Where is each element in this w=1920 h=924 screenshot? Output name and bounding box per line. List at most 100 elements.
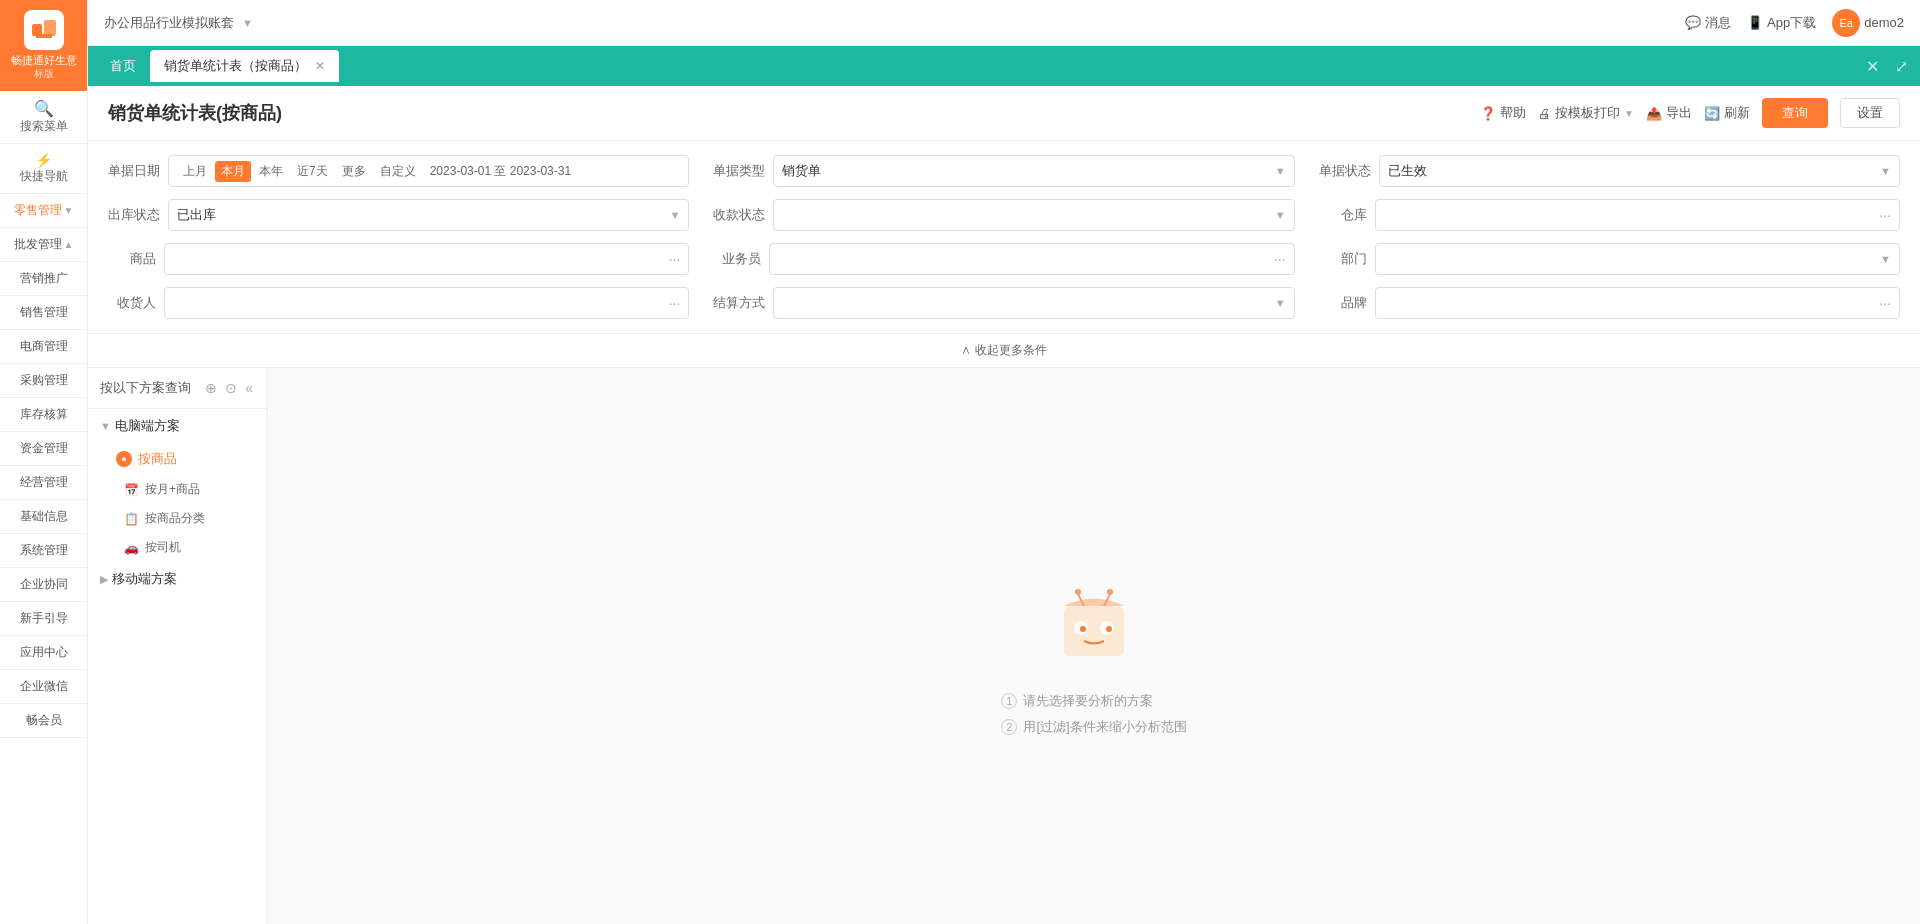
wechat-label: 企业微信 xyxy=(20,678,68,695)
tab-close-window-icon[interactable]: ✕ xyxy=(1862,55,1883,78)
sidebar-item-finance[interactable]: 资金管理 xyxy=(0,432,87,466)
date-label: 单据日期 xyxy=(108,162,168,180)
scheme-collapse-icon[interactable]: « xyxy=(243,378,255,398)
sidebar-item-enterprise[interactable]: 企业协同 xyxy=(0,568,87,602)
sidebar-search[interactable]: 🔍 搜索菜单 xyxy=(0,91,87,144)
sidebar-nav-label[interactable]: ⚡ 快捷导航 xyxy=(0,144,87,194)
scheme-category-icon: 📋 xyxy=(124,512,139,526)
tab-close-icon[interactable]: ✕ xyxy=(315,59,325,73)
svg-point-7 xyxy=(1106,626,1112,632)
refresh-btn[interactable]: 🔄 刷新 xyxy=(1704,104,1750,122)
doc-status-arrow-icon: ▼ xyxy=(1880,165,1891,177)
sidebar-item-retail[interactable]: 零售管理 ▼ xyxy=(0,194,87,228)
salesperson-label: 业务员 xyxy=(713,250,769,268)
avatar: Ea xyxy=(1832,9,1860,37)
industry-dropdown-icon[interactable]: ▼ xyxy=(242,17,253,29)
scheme-group-desktop-header[interactable]: ▼ 电脑端方案 xyxy=(88,409,267,443)
operations-label: 经营管理 xyxy=(20,474,68,491)
receiver-control[interactable]: ··· xyxy=(164,287,689,319)
out-status-control[interactable]: 已出库 ▼ xyxy=(168,199,689,231)
scheme-subitem-driver-label: 按司机 xyxy=(145,539,181,556)
sidebar-item-purchase[interactable]: 采购管理 xyxy=(0,364,87,398)
recv-status-control[interactable]: ▼ xyxy=(773,199,1294,231)
sidebar-item-member[interactable]: 畅会员 xyxy=(0,704,87,738)
message-btn[interactable]: 💬 消息 xyxy=(1685,14,1731,32)
svg-point-11 xyxy=(1107,589,1113,595)
scheme-driver-icon: 🚗 xyxy=(124,541,139,555)
collapse-bar[interactable]: ∧ 收起更多条件 xyxy=(88,334,1920,368)
sidebar-item-inventory[interactable]: 库存核算 xyxy=(0,398,87,432)
date-tab-7days[interactable]: 近7天 xyxy=(291,161,334,182)
sidebar-item-wechat[interactable]: 企业微信 xyxy=(0,670,87,704)
tab-bar: 首页 销货单统计表（按商品） ✕ ✕ ⤢ xyxy=(88,46,1920,86)
scheme-subitem-month-goods[interactable]: 📅 按月+商品 xyxy=(88,475,267,504)
page-header: 销货单统计表(按商品) ❓ 帮助 🖨 按模板打印 ▼ 📤 导出 🔄 刷新 xyxy=(88,86,1920,141)
enterprise-label: 企业协同 xyxy=(20,576,68,593)
settings-button[interactable]: 设置 xyxy=(1840,98,1900,128)
filter-date: 单据日期 上月 本月 本年 近7天 更多 自定义 2023-03-01 至 20… xyxy=(108,155,689,187)
sidebar-item-marketing[interactable]: 营销推广 xyxy=(0,262,87,296)
empty-num-2: 2 xyxy=(1001,719,1017,735)
scheme-panel-title: 按以下方案查询 xyxy=(100,379,191,397)
filter-brand: 品牌 ··· xyxy=(1319,287,1900,319)
sidebar-logo[interactable]: 畅捷通好生意 标版 xyxy=(0,0,87,91)
sidebar-item-ecommerce[interactable]: 电商管理 xyxy=(0,330,87,364)
tab-report[interactable]: 销货单统计表（按商品） ✕ xyxy=(150,50,339,82)
brand-control[interactable]: ··· xyxy=(1375,287,1900,319)
query-button[interactable]: 查询 xyxy=(1762,98,1828,128)
date-tab-last-month[interactable]: 上月 xyxy=(177,161,213,182)
warehouse-control[interactable]: ··· xyxy=(1375,199,1900,231)
sidebar-item-appstore[interactable]: 应用中心 xyxy=(0,636,87,670)
sidebar-item-basic[interactable]: 基础信息 xyxy=(0,500,87,534)
scheme-item-by-goods[interactable]: ● 按商品 xyxy=(88,443,267,475)
app-download-btn[interactable]: 📱 App下载 xyxy=(1747,14,1816,32)
help-btn[interactable]: ❓ 帮助 xyxy=(1480,104,1526,122)
scheme-group-mobile-toggle-icon: ▶ xyxy=(100,573,108,586)
filter-salesperson: 业务员 ··· xyxy=(713,243,1294,275)
content-area: 按以下方案查询 ⊕ ⊙ « ▼ 电脑端方案 ● 按商品 xyxy=(88,368,1920,924)
doc-type-control[interactable]: 销货单 ▼ xyxy=(773,155,1294,187)
filter-row-2: 出库状态 已出库 ▼ 收款状态 ▼ 仓库 xyxy=(108,199,1900,231)
salesperson-dots-icon: ··· xyxy=(1274,251,1286,267)
user-profile-btn[interactable]: Ea demo2 xyxy=(1832,9,1904,37)
scheme-subitem-goods-category[interactable]: 📋 按商品分类 xyxy=(88,504,267,533)
retail-label: 零售管理 xyxy=(14,202,62,219)
goods-dots-icon: ··· xyxy=(669,251,681,267)
date-tab-custom[interactable]: 自定义 xyxy=(374,161,422,182)
scheme-panel: 按以下方案查询 ⊕ ⊙ « ▼ 电脑端方案 ● 按商品 xyxy=(88,368,268,924)
member-label: 畅会员 xyxy=(26,712,62,729)
salesperson-control[interactable]: ··· xyxy=(769,243,1294,275)
date-filter-control[interactable]: 上月 本月 本年 近7天 更多 自定义 2023-03-01 至 2023-03… xyxy=(168,155,689,187)
doc-status-label: 单据状态 xyxy=(1319,162,1379,180)
date-tab-this-year[interactable]: 本年 xyxy=(253,161,289,182)
sidebar-item-sales[interactable]: 销售管理 xyxy=(0,296,87,330)
svg-rect-2 xyxy=(36,34,52,38)
tab-home[interactable]: 首页 xyxy=(96,50,150,82)
scheme-group-mobile-header[interactable]: ▶ 移动端方案 xyxy=(88,562,267,596)
svg-rect-1 xyxy=(44,20,56,36)
user-name: demo2 xyxy=(1864,15,1904,30)
scheme-month-icon: 📅 xyxy=(124,483,139,497)
settle-arrow-icon: ▼ xyxy=(1275,297,1286,309)
print-btn[interactable]: 🖨 按模板打印 ▼ xyxy=(1538,104,1634,122)
tab-maximize-icon[interactable]: ⤢ xyxy=(1891,55,1912,78)
scheme-subitem-goods-category-label: 按商品分类 xyxy=(145,510,205,527)
sidebar-item-newbie[interactable]: 新手引导 xyxy=(0,602,87,636)
settle-control[interactable]: ▼ xyxy=(773,287,1294,319)
sidebar-item-operations[interactable]: 经营管理 xyxy=(0,466,87,500)
goods-control[interactable]: ··· xyxy=(164,243,689,275)
svg-point-6 xyxy=(1080,626,1086,632)
sidebar-item-wholesale[interactable]: 批发管理 ▲ xyxy=(0,228,87,262)
out-status-arrow-icon: ▼ xyxy=(669,209,680,221)
filter-receiver: 收货人 ··· xyxy=(108,287,689,319)
scheme-subitem-driver[interactable]: 🚗 按司机 xyxy=(88,533,267,562)
date-tab-this-month[interactable]: 本月 xyxy=(215,161,251,182)
scheme-settings-icon[interactable]: ⊙ xyxy=(223,378,239,398)
export-btn[interactable]: 📤 导出 xyxy=(1646,104,1692,122)
svg-rect-3 xyxy=(1064,606,1124,656)
scheme-add-icon[interactable]: ⊕ xyxy=(203,378,219,398)
date-tab-more[interactable]: 更多 xyxy=(336,161,372,182)
doc-status-control[interactable]: 已生效 ▼ xyxy=(1379,155,1900,187)
dept-control[interactable]: ▼ xyxy=(1375,243,1900,275)
sidebar-item-system[interactable]: 系统管理 xyxy=(0,534,87,568)
